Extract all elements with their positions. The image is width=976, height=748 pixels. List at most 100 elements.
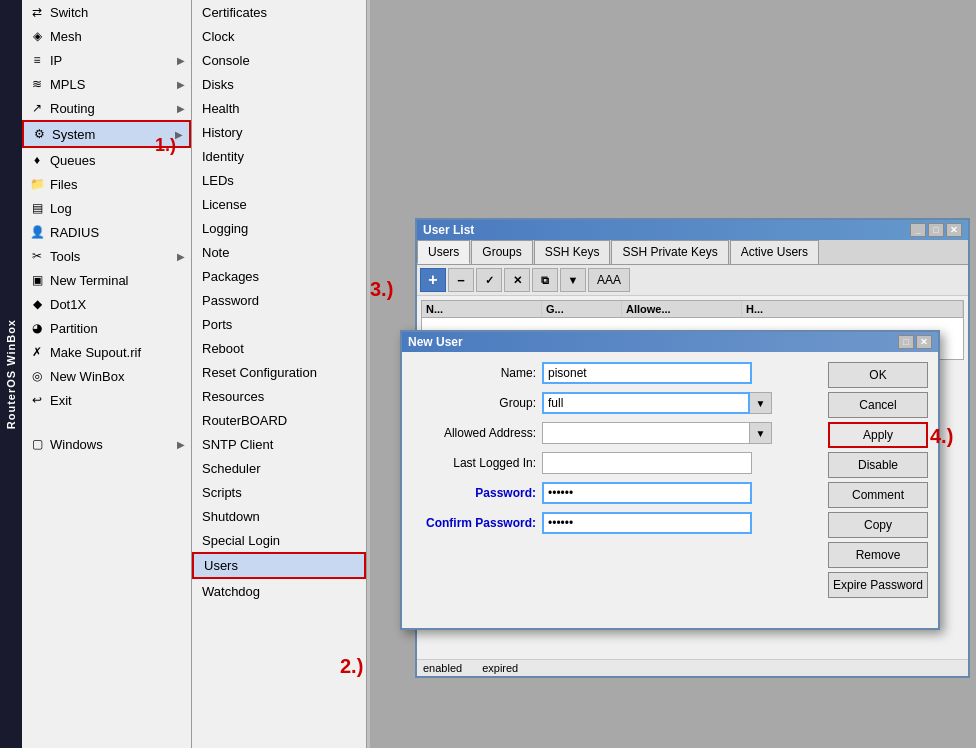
aaa-button[interactable]: AAA (588, 268, 630, 292)
group-dropdown-button[interactable]: ▼ (750, 392, 772, 414)
submenu-item-special-login[interactable]: Special Login (192, 528, 366, 552)
group-input[interactable] (542, 392, 750, 414)
password-input[interactable] (542, 482, 752, 504)
sidebar-item-label: RADIUS (50, 225, 185, 240)
tab-groups[interactable]: Groups (471, 240, 532, 264)
submenu-item-clock[interactable]: Clock (192, 24, 366, 48)
sidebar-item-label: Routing (50, 101, 177, 116)
apply-button[interactable]: Apply (828, 422, 928, 448)
submenu-item-certificates[interactable]: Certificates (192, 0, 366, 24)
last-logged-in-label: Last Logged In: (412, 456, 542, 470)
submenu-item-password[interactable]: Password (192, 288, 366, 312)
sidebar-item-label: Dot1X (50, 297, 185, 312)
submenu-item-routerboard[interactable]: RouterBOARD (192, 408, 366, 432)
last-logged-in-input[interactable] (542, 452, 752, 474)
submenu-item-resources[interactable]: Resources (192, 384, 366, 408)
system-icon: ⚙ (30, 125, 48, 143)
close-button[interactable]: ✕ (946, 223, 962, 237)
sidebar-item-tools[interactable]: ✂ Tools ▶ (22, 244, 191, 268)
sidebar-item-new-winbox[interactable]: ◎ New WinBox (22, 364, 191, 388)
name-input[interactable] (542, 362, 752, 384)
sidebar-item-log[interactable]: ▤ Log (22, 196, 191, 220)
minimize-button[interactable]: _ (910, 223, 926, 237)
submenu-item-history[interactable]: History (192, 120, 366, 144)
submenu-item-identity[interactable]: Identity (192, 144, 366, 168)
add-user-button[interactable]: + (420, 268, 446, 292)
sidebar-item-switch[interactable]: ⇄ Switch (22, 0, 191, 24)
sidebar-item-new-terminal[interactable]: ▣ New Terminal (22, 268, 191, 292)
expire-password-button[interactable]: Expire Password (828, 572, 928, 598)
submenu-item-scheduler[interactable]: Scheduler (192, 456, 366, 480)
sidebar-item-make-supout[interactable]: ✗ Make Supout.rif (22, 340, 191, 364)
submenu-item-ports[interactable]: Ports (192, 312, 366, 336)
submenu-item-disks[interactable]: Disks (192, 72, 366, 96)
col-header-name: N... (422, 301, 542, 317)
password-label: Password: (412, 486, 542, 500)
group-field-container: ▼ (542, 392, 772, 414)
new-user-dialog: New User □ ✕ Name: Group: ▼ Allowed Ad (400, 330, 940, 630)
copy-button[interactable]: ⧉ (532, 268, 558, 292)
submenu-item-reboot[interactable]: Reboot (192, 336, 366, 360)
sidebar-item-queues[interactable]: ♦ Queues (22, 148, 191, 172)
group-row: Group: ▼ (412, 392, 818, 414)
dialog-title: New User (408, 335, 463, 349)
tab-users[interactable]: Users (417, 240, 470, 264)
sidebar-item-files[interactable]: 📁 Files (22, 172, 191, 196)
sidebar-item-ip[interactable]: ≡ IP ▶ (22, 48, 191, 72)
submenu-item-sntp[interactable]: SNTP Client (192, 432, 366, 456)
submenu-item-watchdog[interactable]: Watchdog (192, 579, 366, 603)
tab-active-users[interactable]: Active Users (730, 240, 819, 264)
sidebar-item-label: Windows (50, 437, 177, 452)
submenu-item-leds[interactable]: LEDs (192, 168, 366, 192)
submenu-item-scripts[interactable]: Scripts (192, 480, 366, 504)
submenu-item-packages[interactable]: Packages (192, 264, 366, 288)
exit-icon: ↩ (28, 391, 46, 409)
submenu-item-license[interactable]: License (192, 192, 366, 216)
submenu-item-health[interactable]: Health (192, 96, 366, 120)
submenu-item-note[interactable]: Note (192, 240, 366, 264)
submenu-item-shutdown[interactable]: Shutdown (192, 504, 366, 528)
tab-ssh-keys[interactable]: SSH Keys (534, 240, 611, 264)
cross-button[interactable]: ✕ (504, 268, 530, 292)
sidebar-item-windows[interactable]: ▢ Windows ▶ (22, 432, 191, 456)
sidebar-item-dot1x[interactable]: ◆ Dot1X (22, 292, 191, 316)
col-header-allowed: Allowe... (622, 301, 742, 317)
submenu-item-reset-config[interactable]: Reset Configuration (192, 360, 366, 384)
confirm-password-input[interactable] (542, 512, 752, 534)
status-bar: enabled expired (417, 659, 968, 676)
allowed-address-dropdown-button[interactable]: ▼ (750, 422, 772, 444)
disable-button[interactable]: Disable (828, 452, 928, 478)
arrow-icon: ▶ (177, 439, 185, 450)
routing-icon: ↗ (28, 99, 46, 117)
tab-ssh-private-keys[interactable]: SSH Private Keys (611, 240, 728, 264)
remove-button[interactable]: Remove (828, 542, 928, 568)
allowed-address-input[interactable] (542, 422, 750, 444)
supout-icon: ✗ (28, 343, 46, 361)
dialog-body: Name: Group: ▼ Allowed Address: ▼ (402, 352, 938, 608)
copy-dialog-button[interactable]: Copy (828, 512, 928, 538)
arrow-icon: ▶ (177, 55, 185, 66)
dialog-close-button[interactable]: ✕ (916, 335, 932, 349)
remove-user-button[interactable]: − (448, 268, 474, 292)
sidebar-item-radius[interactable]: 👤 RADIUS (22, 220, 191, 244)
maximize-button[interactable]: □ (928, 223, 944, 237)
sidebar-item-system[interactable]: ⚙ System ▶ (22, 120, 191, 148)
submenu-item-users[interactable]: Users (192, 552, 366, 579)
switch-icon: ⇄ (28, 3, 46, 21)
sidebar-item-mpls[interactable]: ≋ MPLS ▶ (22, 72, 191, 96)
check-button[interactable]: ✓ (476, 268, 502, 292)
ok-button[interactable]: OK (828, 362, 928, 388)
confirm-password-label: Confirm Password: (412, 516, 542, 530)
col-header-lastlogged: H... (742, 301, 963, 317)
dialog-minimize-button[interactable]: □ (898, 335, 914, 349)
sidebar-item-exit[interactable]: ↩ Exit (22, 388, 191, 412)
sidebar-item-partition[interactable]: ◕ Partition (22, 316, 191, 340)
cancel-button[interactable]: Cancel (828, 392, 928, 418)
submenu-item-logging[interactable]: Logging (192, 216, 366, 240)
submenu-item-console[interactable]: Console (192, 48, 366, 72)
sidebar-item-routing[interactable]: ↗ Routing ▶ (22, 96, 191, 120)
filter-button[interactable]: ▼ (560, 268, 586, 292)
partition-icon: ◕ (28, 319, 46, 337)
sidebar-item-mesh[interactable]: ◈ Mesh (22, 24, 191, 48)
comment-button[interactable]: Comment (828, 482, 928, 508)
